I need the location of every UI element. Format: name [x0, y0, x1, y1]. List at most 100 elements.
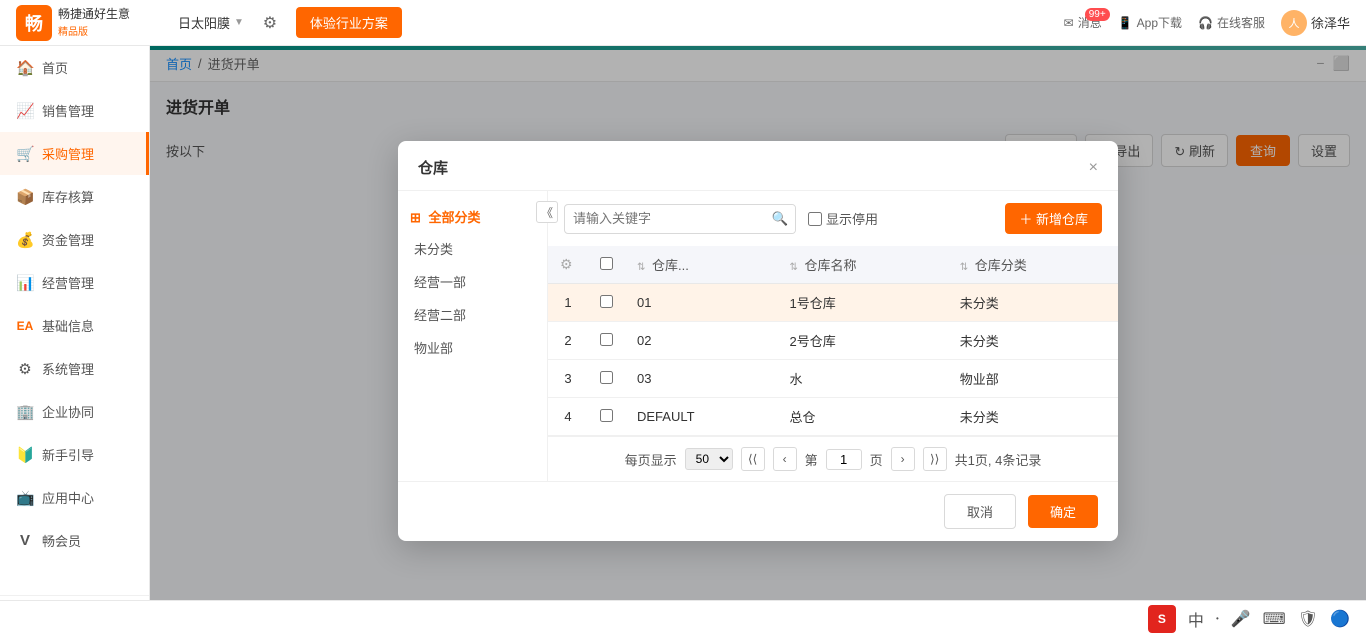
table-scroll: ⚙ ⇅ 仓库...	[548, 246, 1118, 436]
add-warehouse-button[interactable]: ＋ 新增仓库	[1005, 203, 1102, 234]
select-all-checkbox[interactable]	[600, 257, 613, 270]
user-menu[interactable]: 人 徐泽华	[1281, 10, 1350, 36]
collapse-button[interactable]: 《	[536, 201, 558, 223]
logo-icon: 畅	[16, 5, 52, 41]
page-input[interactable]	[826, 449, 862, 470]
sidebar-item-operations[interactable]: 📊 经营管理	[0, 261, 149, 304]
modal-close-button[interactable]: ×	[1089, 159, 1098, 177]
logo-area: 畅 畅捷通好生意 精品版	[16, 5, 166, 41]
page-nav-last[interactable]: ⟩⟩	[923, 447, 947, 471]
row-name: 2号仓库	[778, 322, 948, 360]
row-checkbox[interactable]	[600, 295, 613, 308]
sougou-logo: S	[1148, 605, 1176, 633]
cancel-button[interactable]: 取消	[944, 494, 1016, 529]
sidebar-item-purchase[interactable]: 🛒 采购管理	[0, 132, 149, 175]
row-num: 3	[548, 360, 588, 398]
row-checkbox[interactable]	[600, 333, 613, 346]
sidebar-item-guide[interactable]: 🔰 新手引导	[0, 433, 149, 476]
settings-icon[interactable]: ⚙	[256, 9, 284, 37]
category-item-unclassified[interactable]: 未分类	[398, 232, 547, 265]
sidebar: 🏠 首页 📈 销售管理 🛒 采购管理 📦 库存核算 💰 资金管理 📊 经营管理 …	[0, 46, 150, 636]
store-selector[interactable]: 日太阳膜 ▼	[178, 13, 244, 32]
row-name: 总仓	[778, 398, 948, 436]
inventory-icon: 📦	[16, 188, 34, 206]
col-checkbox	[588, 246, 625, 284]
col-settings-icon[interactable]: ⚙	[560, 256, 573, 272]
table-header-row: ⚙ ⇅ 仓库...	[548, 246, 1118, 284]
row-code: 03	[625, 360, 778, 398]
row-code: 02	[625, 322, 778, 360]
mic-icon[interactable]: 🎤	[1231, 609, 1251, 629]
category-panel: ⊞ 全部分类 《 未分类 经营一部 经营二部 物业部	[398, 191, 548, 481]
all-category-item[interactable]: ⊞ 全部分类	[398, 201, 547, 232]
table-row[interactable]: 4 DEFAULT 总仓 未分类	[548, 398, 1118, 436]
main-content: 首页 / 进货开单 − ⬜ 进货开单 按以下 🖨 打印 ⬇ 导出	[150, 46, 1366, 636]
sort-icon-code: ⇅	[637, 262, 645, 273]
chinese-icon[interactable]: 中	[1188, 607, 1204, 631]
search-button[interactable]: 🔍	[765, 204, 795, 234]
table-row[interactable]: 1 01 1号仓库 未分类	[548, 284, 1118, 322]
modal-title: 仓库	[418, 157, 448, 178]
show-disabled-checkbox[interactable]	[808, 212, 822, 226]
modal-body: ⊞ 全部分类 《 未分类 经营一部 经营二部 物业部	[398, 191, 1118, 481]
category-item-operations2[interactable]: 经营二部	[398, 298, 547, 331]
store-selector-arrow-icon: ▼	[234, 17, 244, 28]
page-nav-next[interactable]: ›	[891, 447, 915, 471]
guide-icon: 🔰	[16, 446, 34, 464]
col-settings: ⚙	[548, 246, 588, 284]
col-code: ⇅ 仓库...	[625, 246, 778, 284]
sidebar-item-enterprise[interactable]: 🏢 企业协同	[0, 390, 149, 433]
page-size-select[interactable]: 50	[685, 448, 733, 470]
row-name: 1号仓库	[778, 284, 948, 322]
row-category: 未分类	[948, 398, 1118, 436]
row-name: 水	[778, 360, 948, 398]
trial-button[interactable]: 体验行业方案	[296, 7, 402, 38]
shield-icon[interactable]: 🛡	[1298, 609, 1318, 629]
message-button[interactable]: ✉ 消息 99+	[1064, 14, 1102, 31]
table-toolbar: 🔍 显示停用 ＋ 新增仓库	[548, 191, 1118, 246]
dot-icon: •	[1216, 614, 1219, 623]
operations-icon: 📊	[16, 274, 34, 292]
category-item-operations1[interactable]: 经营一部	[398, 265, 547, 298]
show-disabled-label: 显示停用	[808, 209, 878, 228]
search-box: 🔍	[564, 204, 796, 234]
logo-text: 畅捷通好生意 精品版	[58, 7, 130, 38]
message-badge: 99+	[1085, 8, 1110, 21]
sidebar-item-sales[interactable]: 📈 销售管理	[0, 89, 149, 132]
category-item-property[interactable]: 物业部	[398, 331, 547, 364]
sidebar-item-inventory[interactable]: 📦 库存核算	[0, 175, 149, 218]
sidebar-item-home[interactable]: 🏠 首页	[0, 46, 149, 89]
page-nav-prev[interactable]: ‹	[773, 447, 797, 471]
sidebar-item-member[interactable]: V 畅会员	[0, 519, 149, 562]
keyboard-icon[interactable]: ⌨	[1263, 609, 1286, 629]
modal-header: 仓库 ×	[398, 141, 1118, 191]
warehouse-modal: 仓库 × ⊞ 全部分类 《 未分类	[398, 141, 1118, 541]
table-row[interactable]: 3 03 水 物业部	[548, 360, 1118, 398]
modal-footer: 取消 确定	[398, 481, 1118, 541]
row-checkbox[interactable]	[600, 371, 613, 384]
confirm-button[interactable]: 确定	[1028, 495, 1098, 528]
sidebar-item-apps[interactable]: 📺 应用中心	[0, 476, 149, 519]
col-name: ⇅ 仓库名称	[778, 246, 948, 284]
row-num: 4	[548, 398, 588, 436]
app-download-button[interactable]: 📱 App下载	[1118, 14, 1182, 31]
mobile-icon: 📱	[1118, 16, 1133, 30]
row-checkbox-cell	[588, 322, 625, 360]
row-num: 1	[548, 284, 588, 322]
search-icon: 🔍	[772, 211, 789, 227]
online-service-button[interactable]: 🎧 在线客服	[1198, 14, 1265, 31]
page-nav-first[interactable]: ⟨⟨	[741, 447, 765, 471]
apps-icon: 📺	[16, 489, 34, 507]
search-input[interactable]	[565, 211, 765, 226]
sidebar-item-system[interactable]: ⚙ 系统管理	[0, 347, 149, 390]
row-checkbox-cell	[588, 398, 625, 436]
row-code: 01	[625, 284, 778, 322]
top-nav: 畅 畅捷通好生意 精品版 日太阳膜 ▼ ⚙ 体验行业方案 ✉ 消息 99+ 📱 …	[0, 0, 1366, 46]
sidebar-item-basic-info[interactable]: EA 基础信息	[0, 304, 149, 347]
table-row[interactable]: 2 02 2号仓库 未分类	[548, 322, 1118, 360]
taskbar-icon1[interactable]: 🔵	[1330, 609, 1350, 629]
sidebar-item-finance[interactable]: 💰 资金管理	[0, 218, 149, 261]
member-icon: V	[16, 532, 34, 549]
row-checkbox[interactable]	[600, 409, 613, 422]
row-category: 未分类	[948, 322, 1118, 360]
